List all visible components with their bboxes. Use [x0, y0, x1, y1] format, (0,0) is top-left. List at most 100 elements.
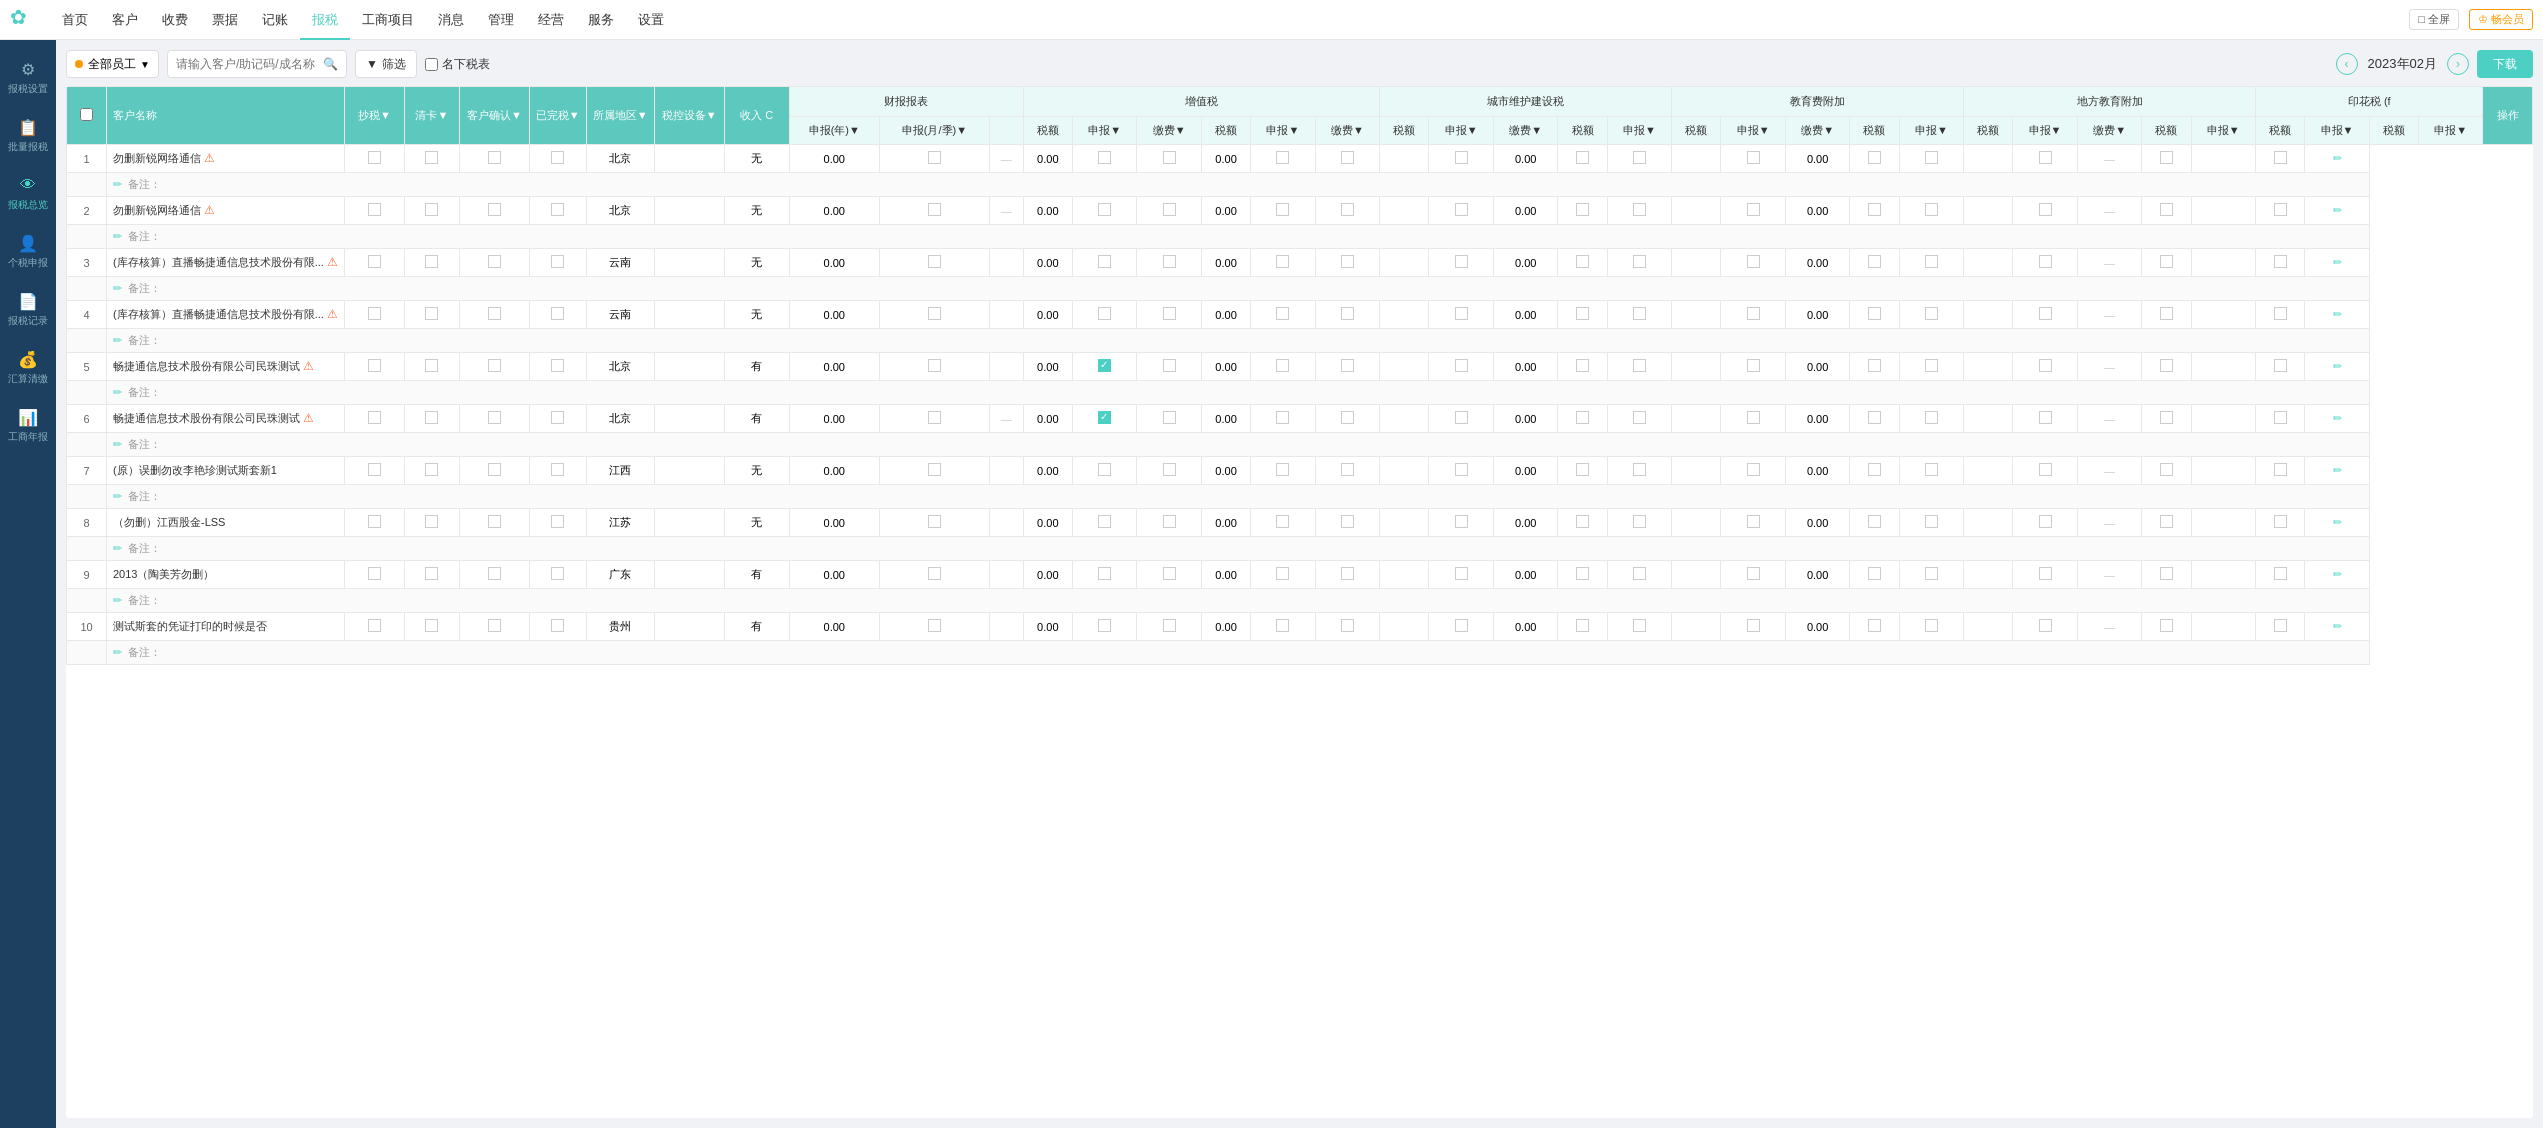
- header-vat-s3[interactable]: 申报▼: [1251, 117, 1316, 145]
- edu-s3-cell[interactable]: [1721, 145, 1786, 173]
- stamp-declare-cell[interactable]: [2142, 301, 2191, 329]
- row-checkbox[interactable]: [1341, 463, 1354, 476]
- row-checkbox[interactable]: [1633, 515, 1646, 528]
- urban-s3-cell[interactable]: [1429, 145, 1494, 173]
- vat-pay-cell[interactable]: [1137, 301, 1202, 329]
- fullscreen-button[interactable]: □ 全屏: [2409, 9, 2459, 30]
- fin-year-cell[interactable]: [879, 145, 989, 173]
- sidebar-item-settlement[interactable]: 💰 汇算清缴: [0, 340, 56, 393]
- card-lock-cell[interactable]: [404, 353, 459, 381]
- urban-declare-cell[interactable]: [1251, 197, 1316, 225]
- row-checkbox[interactable]: [1163, 567, 1176, 580]
- vat-declare-cell[interactable]: [1072, 509, 1137, 537]
- row-checkbox[interactable]: [1925, 411, 1938, 424]
- declared-cell[interactable]: [529, 561, 586, 589]
- row-checkbox[interactable]: [1163, 307, 1176, 320]
- edu-declare-cell[interactable]: [1558, 301, 1607, 329]
- row-checkbox[interactable]: [488, 307, 501, 320]
- row-checkbox[interactable]: [1633, 203, 1646, 216]
- vat-pay-cell[interactable]: [1137, 613, 1202, 641]
- row-checkbox[interactable]: [1633, 307, 1646, 320]
- row-checkbox[interactable]: [1747, 255, 1760, 268]
- stamp-s3-cell[interactable]: [2256, 145, 2305, 173]
- urban-s3-cell[interactable]: [1429, 353, 1494, 381]
- row-checkbox[interactable]: [1868, 619, 1881, 632]
- urban-pay-cell[interactable]: [1315, 457, 1380, 485]
- row-checkbox[interactable]: [488, 515, 501, 528]
- row-checkbox[interactable]: [1276, 151, 1289, 164]
- vat-pay-cell[interactable]: [1137, 405, 1202, 433]
- declared-cell[interactable]: [529, 145, 586, 173]
- sidebar-item-tax-settings[interactable]: ⚙ 报税设置: [0, 50, 56, 103]
- row-checkbox[interactable]: [2274, 619, 2287, 632]
- row-checkbox[interactable]: [928, 567, 941, 580]
- action-cell[interactable]: ✏: [2305, 457, 2370, 485]
- note-cell[interactable]: ✏ 备注：: [107, 433, 2370, 457]
- header-checkbox-col[interactable]: [67, 87, 107, 145]
- row-checkbox[interactable]: [1868, 567, 1881, 580]
- header-region[interactable]: 所属地区▼: [586, 87, 654, 145]
- row-checkbox[interactable]: [2274, 359, 2287, 372]
- row-checkbox[interactable]: [1633, 151, 1646, 164]
- row-checkbox[interactable]: [1868, 515, 1881, 528]
- stamp-declare-cell[interactable]: [2142, 561, 2191, 589]
- row-checkbox[interactable]: [1576, 567, 1589, 580]
- row-checkbox[interactable]: [551, 255, 564, 268]
- row-checkbox[interactable]: [551, 151, 564, 164]
- row-checkbox[interactable]: [1098, 151, 1111, 164]
- confirm-cell[interactable]: [459, 353, 529, 381]
- action-cell[interactable]: ✏: [2305, 561, 2370, 589]
- stamp-s3-cell[interactable]: [2256, 353, 2305, 381]
- edu-pay-cell[interactable]: [1607, 405, 1672, 433]
- download-button[interactable]: 下载: [2477, 50, 2533, 78]
- row-checkbox[interactable]: [2160, 255, 2173, 268]
- row-checkbox[interactable]: [1455, 619, 1468, 632]
- fin-year-cell[interactable]: [879, 249, 989, 277]
- row-checkbox[interactable]: [1925, 203, 1938, 216]
- edu-s3-cell[interactable]: [1721, 509, 1786, 537]
- vat-declare-cell[interactable]: [1072, 197, 1137, 225]
- local-edu-s3-cell[interactable]: [2013, 301, 2078, 329]
- local-edu-declare-cell[interactable]: [1850, 249, 1899, 277]
- row-checkbox[interactable]: [2039, 567, 2052, 580]
- tax-copy-cell[interactable]: [344, 301, 404, 329]
- urban-s3-cell[interactable]: [1429, 613, 1494, 641]
- search-input[interactable]: [176, 57, 323, 71]
- row-checkbox[interactable]: [1747, 307, 1760, 320]
- local-edu-s3-cell[interactable]: [2013, 353, 2078, 381]
- edu-declare-cell[interactable]: [1558, 249, 1607, 277]
- edu-s3-cell[interactable]: [1721, 249, 1786, 277]
- note-cell[interactable]: ✏ 备注：: [107, 173, 2370, 197]
- row-checkbox[interactable]: [928, 307, 941, 320]
- confirm-cell[interactable]: [459, 249, 529, 277]
- stamp-declare-cell[interactable]: [2142, 509, 2191, 537]
- row-checkbox[interactable]: [2039, 359, 2052, 372]
- vat-declare-cell[interactable]: [1072, 405, 1137, 433]
- row-checkbox[interactable]: [1868, 151, 1881, 164]
- local-edu-pay-cell[interactable]: [1899, 613, 1964, 641]
- row-checkbox[interactable]: [1163, 151, 1176, 164]
- row-checkbox[interactable]: [488, 151, 501, 164]
- row-checkbox[interactable]: [368, 307, 381, 320]
- local-edu-pay-cell[interactable]: [1899, 405, 1964, 433]
- row-checkbox[interactable]: [1576, 307, 1589, 320]
- urban-declare-cell[interactable]: [1251, 301, 1316, 329]
- row-checkbox[interactable]: [1633, 255, 1646, 268]
- stamp-declare-cell[interactable]: [2142, 145, 2191, 173]
- row-checkbox[interactable]: [2274, 515, 2287, 528]
- row-checkbox[interactable]: [1576, 255, 1589, 268]
- tax-copy-cell[interactable]: [344, 509, 404, 537]
- row-checkbox[interactable]: [1163, 411, 1176, 424]
- nav-invoice[interactable]: 票据: [200, 0, 250, 40]
- row-checkbox[interactable]: [1868, 411, 1881, 424]
- select-all-checkbox[interactable]: [80, 108, 93, 121]
- row-checkbox[interactable]: [1576, 203, 1589, 216]
- row-checkbox[interactable]: [1633, 619, 1646, 632]
- row-checkbox[interactable]: [928, 619, 941, 632]
- sidebar-item-tax-record[interactable]: 📄 报税记录: [0, 282, 56, 335]
- urban-declare-cell[interactable]: [1251, 145, 1316, 173]
- card-lock-cell[interactable]: [404, 561, 459, 589]
- stamp-s3-cell[interactable]: [2256, 249, 2305, 277]
- employee-filter[interactable]: 全部员工 ▼: [66, 50, 159, 78]
- tax-copy-cell[interactable]: [344, 249, 404, 277]
